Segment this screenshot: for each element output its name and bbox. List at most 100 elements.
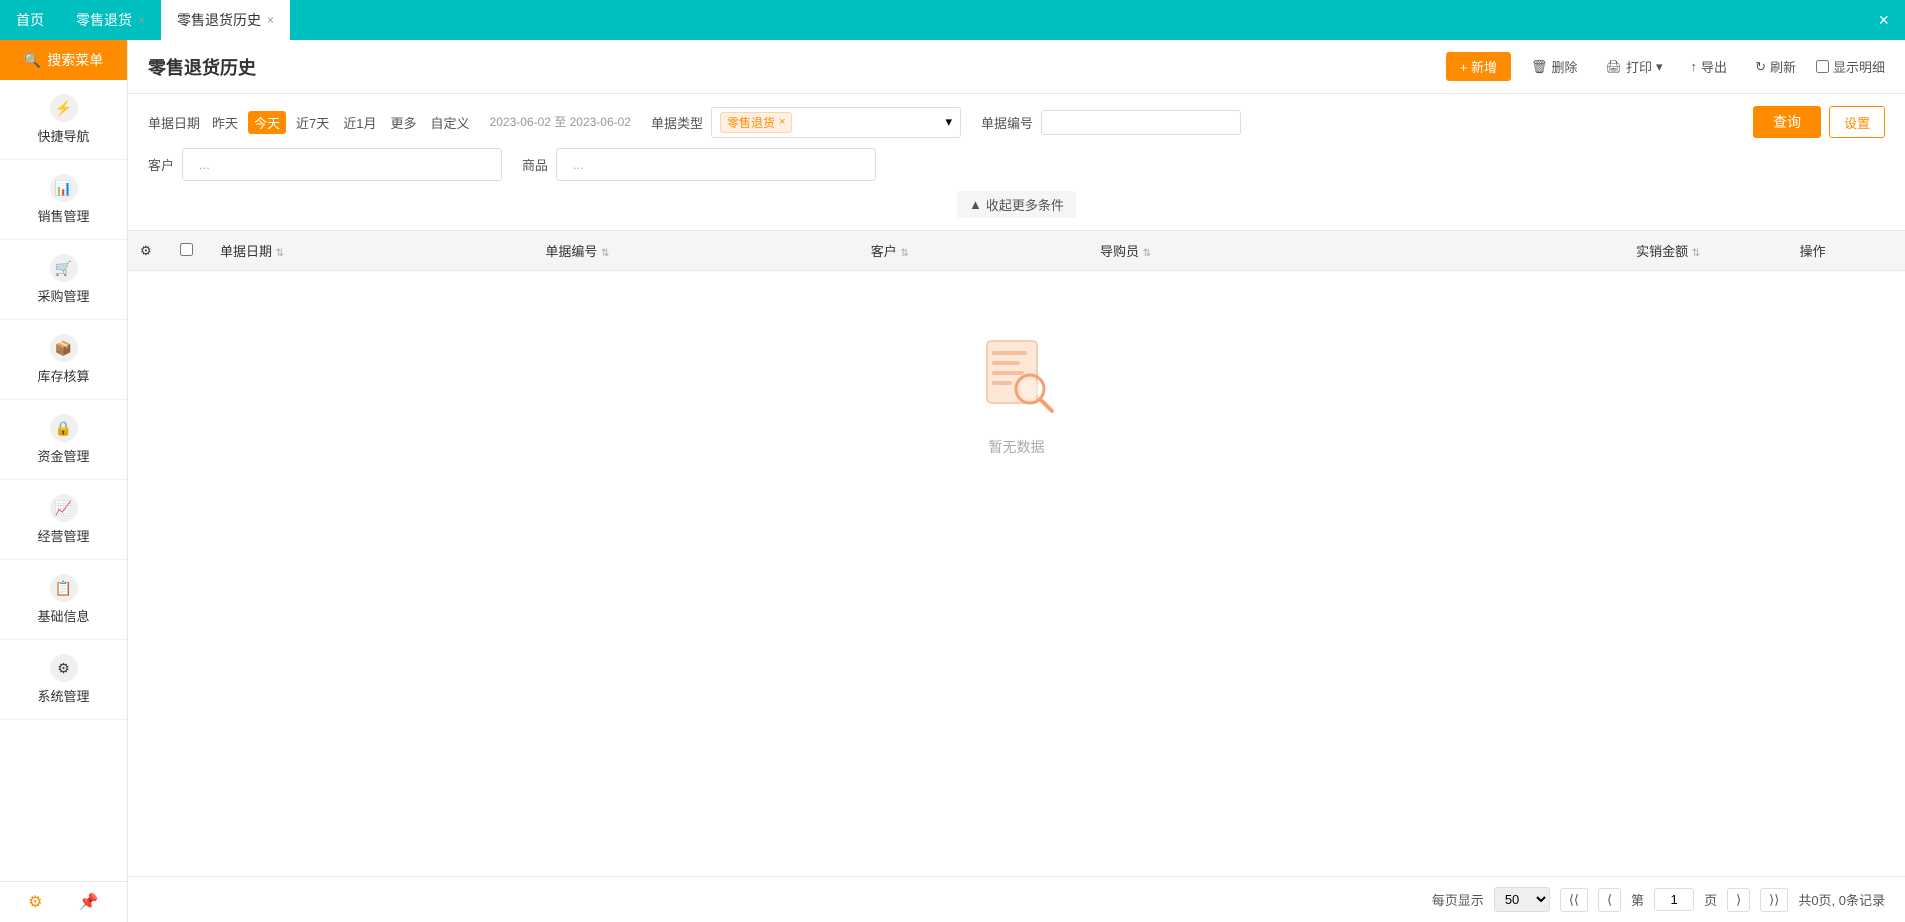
content-area: 零售退货历史 + 新增 🗑 删除 🖨 打印 ▾ ↑ 导出 ↻ — [128, 40, 1905, 922]
print-icon: 🖨 — [1605, 59, 1622, 75]
page-input[interactable] — [1654, 888, 1694, 911]
refresh-button[interactable]: ↻ 刷新 — [1747, 53, 1804, 80]
goods-ellipsis: ... — [565, 153, 592, 176]
sidebar-item-inventory[interactable]: 📦 库存核算 — [0, 320, 127, 400]
sidebar-item-sales-mgmt[interactable]: 📊 销售管理 — [0, 160, 127, 240]
tab-retail-return-label: 零售退货 — [76, 10, 132, 30]
print-button[interactable]: 🖨 打印 ▾ — [1597, 53, 1670, 80]
sidebar-item-system[interactable]: ⚙ 系统管理 — [0, 640, 127, 720]
col-operation-label: 操作 — [1800, 244, 1826, 259]
pagination-next-button[interactable]: ⟩ — [1727, 888, 1750, 912]
top-nav: 首页 零售退货 × 零售退货历史 × × — [0, 0, 1905, 40]
delete-button[interactable]: 🗑 删除 — [1523, 53, 1586, 80]
shortcut-today[interactable]: 今天 — [248, 111, 286, 134]
tab-home[interactable]: 首页 — [0, 0, 60, 40]
sidebar-footer: ⚙ 📌 — [0, 881, 127, 922]
date-filter: 单据日期 昨天 今天 近7天 近1月 更多 自定义 2023-06-02 至 2… — [148, 111, 631, 134]
print-dropdown-icon: ▾ — [1656, 59, 1663, 75]
col-operation: 操作 — [1720, 231, 1905, 271]
col-guide[interactable]: 导购员 ⇅ — [1088, 231, 1365, 271]
close-tab-retail-return[interactable]: × — [138, 13, 145, 27]
type-select[interactable]: 零售退货 × ▾ — [711, 107, 961, 138]
col-customer-label: 客户 — [871, 244, 897, 259]
settings-button[interactable]: 设置 — [1829, 106, 1885, 138]
col-amount[interactable]: 实销金额 ⇅ — [1365, 231, 1720, 271]
operations-icon: 📈 — [50, 494, 78, 522]
select-all-checkbox[interactable] — [180, 243, 193, 256]
sidebar-item-operations[interactable]: 📈 经营管理 — [0, 480, 127, 560]
col-guide-label: 导购员 — [1100, 244, 1139, 259]
print-label: 打印 — [1626, 57, 1652, 76]
date-filter-label: 单据日期 — [148, 113, 200, 132]
collapse-button[interactable]: ▲ 收起更多条件 — [957, 191, 1076, 218]
shortcut-1month[interactable]: 近1月 — [339, 111, 380, 134]
nav-tabs: 首页 零售退货 × 零售退货历史 × — [0, 0, 1862, 40]
pagination-prev-button[interactable]: ⟨ — [1598, 888, 1621, 912]
show-detail-checkbox[interactable] — [1816, 60, 1829, 73]
shortcut-more[interactable]: 更多 — [387, 111, 421, 134]
sidebar-settings-button[interactable]: ⚙ — [28, 892, 42, 912]
shortcut-custom[interactable]: 自定义 — [427, 111, 474, 134]
basic-info-icon: 📋 — [50, 574, 78, 602]
pagination: 每页显示 50 10 20 100 ⟨⟨ ⟨ 第 页 ⟩ ⟩⟩ 共0页, 0条记… — [128, 876, 1905, 922]
export-button[interactable]: ↑ 导出 — [1683, 53, 1736, 80]
sidebar-item-quick-nav-label: 快捷导航 — [37, 126, 89, 145]
sidebar-item-purchase-mgmt[interactable]: 🛒 采购管理 — [0, 240, 127, 320]
sidebar: 🔍 搜索菜单 ⚡ 快捷导航 📊 销售管理 🛒 采购管理 📦 库存核算 🔒 — [0, 40, 128, 922]
system-icon: ⚙ — [50, 654, 78, 682]
per-page-label: 每页显示 — [1432, 890, 1484, 909]
per-page-select[interactable]: 50 10 20 100 — [1494, 887, 1550, 912]
filter-row-1: 单据日期 昨天 今天 近7天 近1月 更多 自定义 2023-06-02 至 2… — [148, 106, 1885, 138]
goods-select[interactable]: ... — [556, 148, 876, 181]
new-button[interactable]: + 新增 — [1446, 52, 1511, 81]
filter-row-2: 客户 ... 商品 ... — [148, 148, 1885, 181]
inventory-icon: 📦 — [50, 334, 78, 362]
col-date[interactable]: 单据日期 ⇅ — [208, 231, 533, 271]
goods-filter: 商品 ... — [522, 148, 876, 181]
sidebar-item-finance-label: 资金管理 — [37, 446, 89, 465]
data-table: ⚙ 单据日期 ⇅ 单据编号 ⇅ 客户 — [128, 231, 1905, 517]
sidebar-pin-button[interactable]: 📌 — [79, 892, 99, 912]
col-date-label: 单据日期 — [220, 244, 272, 259]
empty-state-row: 暂无数据 — [128, 271, 1905, 518]
refresh-label: 刷新 — [1770, 57, 1796, 76]
sidebar-items: ⚡ 快捷导航 📊 销售管理 🛒 采购管理 📦 库存核算 🔒 资金管理 📈 — [0, 80, 127, 881]
show-detail-checkbox-wrapper[interactable]: 显示明细 — [1816, 57, 1885, 76]
col-date-sort-icon: ⇅ — [276, 248, 284, 259]
sidebar-item-basic-info[interactable]: 📋 基础信息 — [0, 560, 127, 640]
search-menu-button[interactable]: 🔍 搜索菜单 — [0, 40, 127, 80]
sidebar-item-finance[interactable]: 🔒 资金管理 — [0, 400, 127, 480]
number-filter-input[interactable] — [1041, 110, 1241, 135]
tab-retail-return-history-label: 零售退货历史 — [177, 10, 261, 30]
query-button[interactable]: 查询 — [1753, 106, 1821, 138]
customer-select[interactable]: ... — [182, 148, 502, 181]
shortcut-7days[interactable]: 近7天 — [292, 111, 333, 134]
purchase-mgmt-icon: 🛒 — [50, 254, 78, 282]
number-filter: 单据编号 — [981, 110, 1241, 135]
sidebar-item-quick-nav[interactable]: ⚡ 快捷导航 — [0, 80, 127, 160]
col-guide-sort-icon: ⇅ — [1143, 248, 1151, 259]
type-filter: 单据类型 零售退货 × ▾ — [651, 107, 961, 138]
shortcut-yesterday[interactable]: 昨天 — [208, 111, 242, 134]
sidebar-item-basic-info-label: 基础信息 — [37, 606, 89, 625]
col-amount-label: 实销金额 — [1636, 244, 1688, 259]
quick-nav-icon: ⚡ — [50, 94, 78, 122]
tab-retail-return[interactable]: 零售退货 × — [60, 0, 161, 40]
tab-home-label: 首页 — [16, 10, 44, 30]
empty-icon — [972, 331, 1062, 421]
export-label: 导出 — [1701, 57, 1727, 76]
pagination-first-button[interactable]: ⟨⟨ — [1560, 888, 1588, 912]
export-icon: ↑ — [1691, 59, 1698, 74]
col-customer[interactable]: 客户 ⇅ — [859, 231, 1088, 271]
page-unit: 页 — [1704, 890, 1717, 909]
col-settings[interactable]: ⚙ — [128, 231, 168, 271]
close-tab-retail-return-history[interactable]: × — [267, 13, 274, 27]
customer-filter-label: 客户 — [148, 155, 174, 174]
show-detail-label: 显示明细 — [1833, 57, 1885, 76]
sidebar-item-operations-label: 经营管理 — [37, 526, 89, 545]
col-number[interactable]: 单据编号 ⇅ — [533, 231, 858, 271]
type-tag-remove[interactable]: × — [779, 116, 785, 128]
window-close-button[interactable]: × — [1862, 10, 1905, 31]
pagination-last-button[interactable]: ⟩⟩ — [1760, 888, 1788, 912]
tab-retail-return-history[interactable]: 零售退货历史 × — [161, 0, 290, 40]
